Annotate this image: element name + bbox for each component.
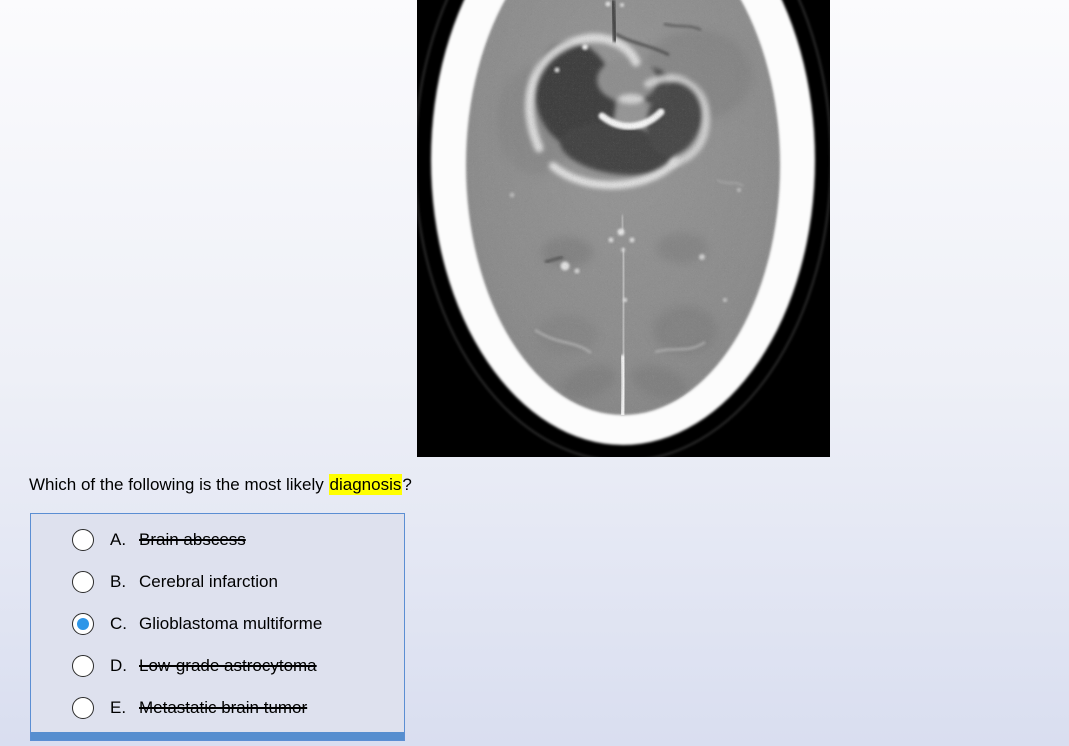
- question-prefix: Which of the following is the most likel…: [29, 475, 329, 494]
- option-letter: D.: [110, 656, 127, 675]
- radio-button[interactable]: [72, 613, 94, 635]
- question-text: Which of the following is the most likel…: [29, 474, 412, 496]
- option-text: Low-grade astrocytoma: [139, 656, 317, 675]
- option-letter: A.: [110, 530, 127, 549]
- radio-dot: [77, 702, 89, 714]
- option-row-b[interactable]: B. Cerebral infarction: [31, 561, 404, 603]
- question-highlight: diagnosis: [328, 474, 403, 495]
- ct-scan-image: [417, 0, 830, 457]
- question-page: Which of the following is the most likel…: [0, 0, 1069, 746]
- option-row-e[interactable]: E. Metastatic brain tumor: [31, 687, 404, 729]
- option-row-c[interactable]: C. Glioblastoma multiforme: [31, 603, 404, 645]
- radio-button[interactable]: [72, 529, 94, 551]
- horizontal-scrollbar[interactable]: [31, 732, 404, 740]
- option-text: Metastatic brain tumor: [139, 698, 308, 717]
- radio-button[interactable]: [72, 697, 94, 719]
- answer-options-box: A. Brain abscess B. Cerebral infarction …: [30, 513, 405, 741]
- radio-dot: [77, 534, 89, 546]
- option-letter: E.: [110, 698, 127, 717]
- radio-dot: [77, 660, 89, 672]
- option-text: Brain abscess: [139, 530, 246, 549]
- radio-button[interactable]: [72, 571, 94, 593]
- option-row-d[interactable]: D. Low-grade astrocytoma: [31, 645, 404, 687]
- option-letter: B.: [110, 572, 127, 591]
- option-text: Glioblastoma multiforme: [139, 614, 323, 633]
- question-suffix: ?: [402, 475, 412, 494]
- option-text: Cerebral infarction: [139, 572, 278, 591]
- radio-dot: [77, 618, 89, 630]
- option-row-a[interactable]: A. Brain abscess: [31, 519, 404, 561]
- radio-button[interactable]: [72, 655, 94, 677]
- option-letter: C.: [110, 614, 127, 633]
- radio-dot: [77, 576, 89, 588]
